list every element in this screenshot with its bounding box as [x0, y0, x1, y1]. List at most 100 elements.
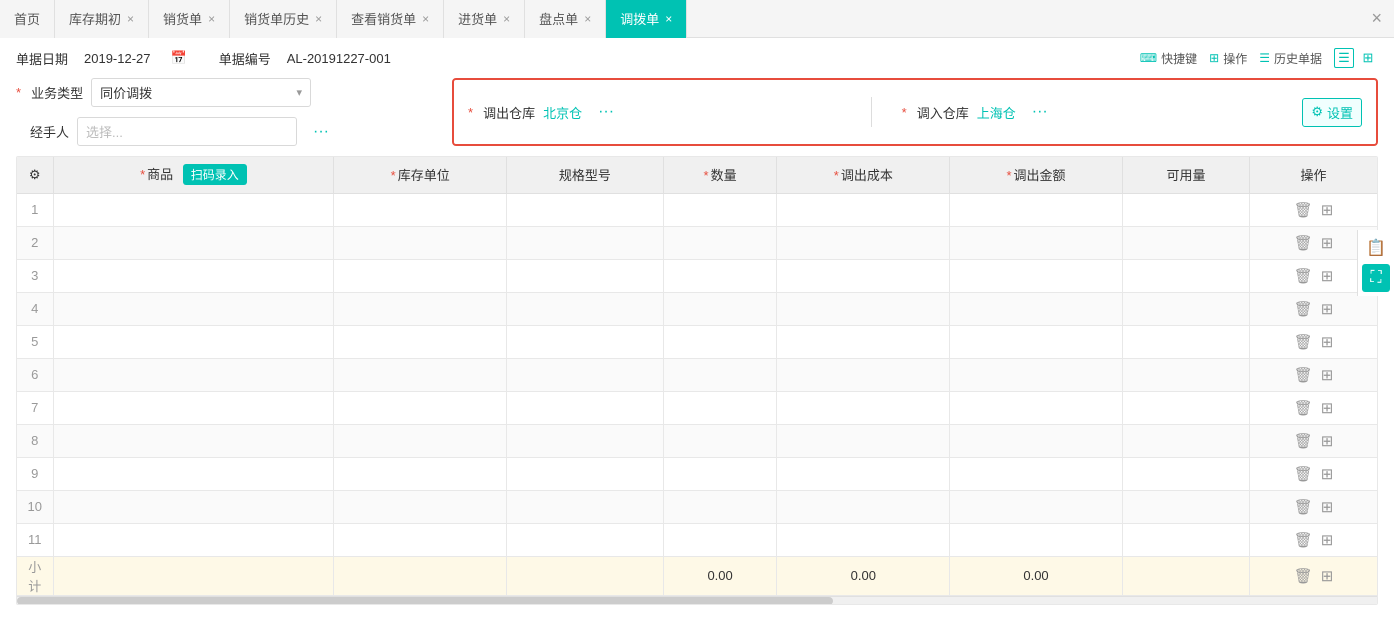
tab-transfer-close[interactable]: × — [665, 12, 672, 26]
amount-cell[interactable] — [950, 292, 1123, 325]
cost-cell[interactable] — [777, 490, 950, 523]
product-cell[interactable] — [53, 457, 334, 490]
delete-row-icon[interactable]: 🗑 — [1294, 267, 1313, 285]
amount-cell[interactable] — [950, 457, 1123, 490]
product-cell[interactable] — [53, 193, 334, 226]
product-cell[interactable] — [53, 325, 334, 358]
delete-row-icon[interactable]: 🗑 — [1294, 399, 1313, 417]
cost-cell[interactable] — [777, 358, 950, 391]
spec-cell[interactable] — [507, 523, 664, 556]
out-warehouse-value[interactable]: 北京仓 — [543, 103, 582, 122]
cost-cell[interactable] — [777, 523, 950, 556]
copy-row-icon[interactable]: ⊞ — [1321, 267, 1334, 285]
tab-sales-order-close[interactable]: × — [208, 12, 215, 26]
operation-action[interactable]: ⊞ 操作 — [1209, 50, 1247, 67]
spec-cell[interactable] — [507, 259, 664, 292]
spec-cell[interactable] — [507, 424, 664, 457]
cost-cell[interactable] — [777, 259, 950, 292]
unit-cell[interactable] — [334, 325, 507, 358]
amount-cell[interactable] — [950, 424, 1123, 457]
subtotal-copy-icon[interactable]: ⊞ — [1321, 567, 1334, 585]
amount-cell[interactable] — [950, 490, 1123, 523]
handler-input[interactable]: 选择... — [77, 117, 297, 146]
copy-row-icon[interactable]: ⊞ — [1321, 432, 1334, 450]
tab-inventory-init[interactable]: 库存期初 × — [55, 0, 149, 38]
tab-transfer[interactable]: 调拨单 × — [606, 0, 687, 38]
tab-inventory-init-close[interactable]: × — [127, 12, 134, 26]
qty-cell[interactable] — [663, 226, 777, 259]
delete-row-icon[interactable]: 🗑 — [1294, 465, 1313, 483]
spec-cell[interactable] — [507, 490, 664, 523]
copy-row-icon[interactable]: ⊞ — [1321, 465, 1334, 483]
subtotal-delete-icon[interactable]: 🗑 — [1294, 567, 1313, 585]
amount-cell[interactable] — [950, 259, 1123, 292]
settings-button[interactable]: ⚙ 设置 — [1302, 98, 1362, 127]
amount-cell[interactable] — [950, 391, 1123, 424]
spec-cell[interactable] — [507, 226, 664, 259]
qty-cell[interactable] — [663, 523, 777, 556]
spec-cell[interactable] — [507, 358, 664, 391]
cost-cell[interactable] — [777, 325, 950, 358]
unit-cell[interactable] — [334, 457, 507, 490]
spec-cell[interactable] — [507, 457, 664, 490]
delete-row-icon[interactable]: 🗑 — [1294, 234, 1313, 252]
product-cell[interactable] — [53, 292, 334, 325]
unit-cell[interactable] — [334, 424, 507, 457]
tab-stocktake-close[interactable]: × — [584, 12, 591, 26]
calendar-icon[interactable]: 📅 — [171, 50, 187, 66]
unit-cell[interactable] — [334, 523, 507, 556]
notes-sidebar-icon[interactable]: 📋 — [1362, 234, 1390, 262]
cost-cell[interactable] — [777, 226, 950, 259]
unit-cell[interactable] — [334, 358, 507, 391]
product-cell[interactable] — [53, 259, 334, 292]
qty-cell[interactable] — [663, 193, 777, 226]
unit-cell[interactable] — [334, 226, 507, 259]
in-warehouse-more-button[interactable]: ··· — [1032, 103, 1048, 121]
shortcut-action[interactable]: ⌨ 快捷键 — [1140, 50, 1197, 67]
unit-cell[interactable] — [334, 193, 507, 226]
scan-button[interactable]: 扫码录入 — [183, 164, 247, 185]
unit-cell[interactable] — [334, 259, 507, 292]
cost-cell[interactable] — [777, 292, 950, 325]
tab-sales-history[interactable]: 销货单历史 × — [230, 0, 337, 38]
history-action[interactable]: ☰ 历史单据 — [1259, 50, 1322, 67]
delete-row-icon[interactable]: 🗑 — [1294, 432, 1313, 450]
copy-row-icon[interactable]: ⊞ — [1321, 366, 1334, 384]
unit-cell[interactable] — [334, 490, 507, 523]
delete-row-icon[interactable]: 🗑 — [1294, 498, 1313, 516]
unit-cell[interactable] — [334, 391, 507, 424]
window-close-button[interactable]: × — [1359, 0, 1394, 38]
tab-view-sales-close[interactable]: × — [422, 12, 429, 26]
expand-sidebar-icon[interactable]: ⛶ — [1362, 264, 1390, 292]
qty-cell[interactable] — [663, 259, 777, 292]
product-cell[interactable] — [53, 490, 334, 523]
handler-more-button[interactable]: ··· — [313, 123, 329, 141]
cost-cell[interactable] — [777, 457, 950, 490]
amount-cell[interactable] — [950, 325, 1123, 358]
product-cell[interactable] — [53, 391, 334, 424]
copy-row-icon[interactable]: ⊞ — [1321, 333, 1334, 351]
copy-row-icon[interactable]: ⊞ — [1321, 201, 1334, 219]
amount-cell[interactable] — [950, 193, 1123, 226]
qty-cell[interactable] — [663, 424, 777, 457]
spec-cell[interactable] — [507, 193, 664, 226]
unit-cell[interactable] — [334, 292, 507, 325]
spec-cell[interactable] — [507, 391, 664, 424]
product-cell[interactable] — [53, 523, 334, 556]
layout-grid-icon[interactable]: ⊞ — [1358, 48, 1378, 68]
copy-row-icon[interactable]: ⊞ — [1321, 234, 1334, 252]
business-type-input[interactable]: 同价调拨 ▾ — [91, 78, 311, 107]
amount-cell[interactable] — [950, 226, 1123, 259]
layout-list-icon[interactable]: ☰ — [1334, 48, 1354, 68]
cost-cell[interactable] — [777, 424, 950, 457]
qty-cell[interactable] — [663, 457, 777, 490]
qty-cell[interactable] — [663, 391, 777, 424]
out-warehouse-more-button[interactable]: ··· — [598, 103, 614, 121]
spec-cell[interactable] — [507, 292, 664, 325]
spec-cell[interactable] — [507, 325, 664, 358]
copy-row-icon[interactable]: ⊞ — [1321, 300, 1334, 318]
delete-row-icon[interactable]: 🗑 — [1294, 531, 1313, 549]
copy-row-icon[interactable]: ⊞ — [1321, 531, 1334, 549]
cost-cell[interactable] — [777, 391, 950, 424]
gear-column-header[interactable]: ⚙ — [17, 157, 53, 193]
